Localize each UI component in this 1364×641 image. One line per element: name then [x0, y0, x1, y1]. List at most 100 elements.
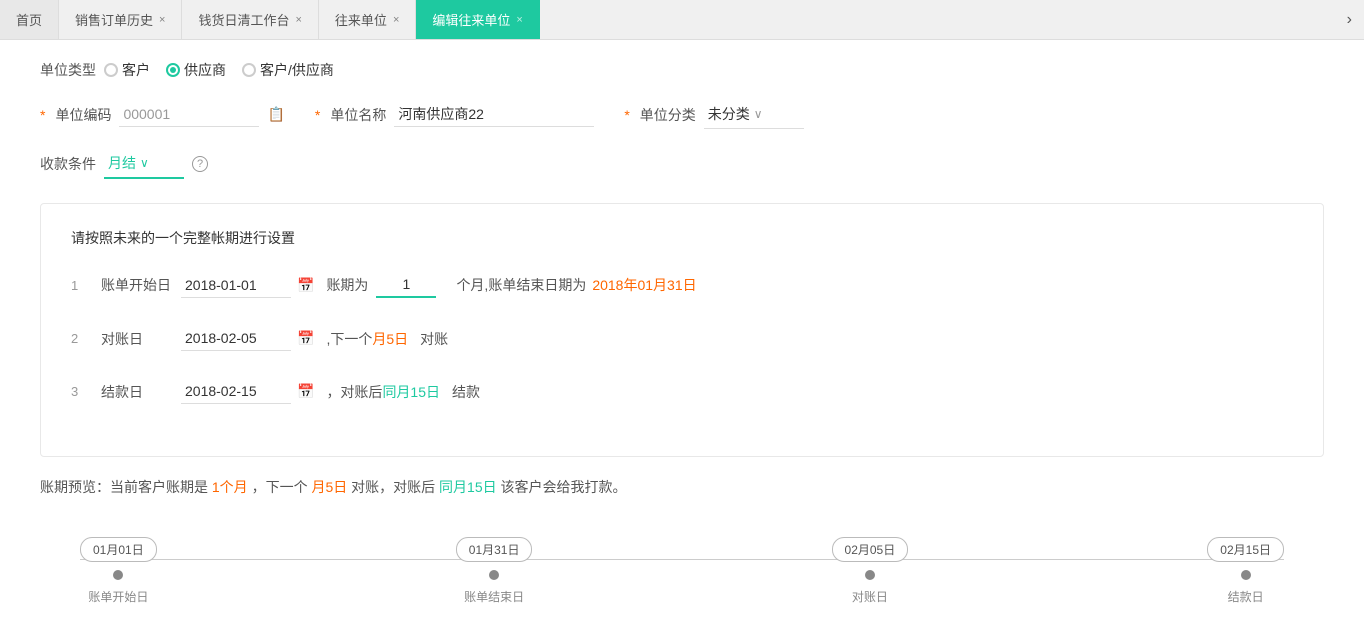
timeline-point-3: 02月15日 结款日	[1207, 537, 1284, 605]
unit-category-select[interactable]: 未分类 ∨	[704, 100, 804, 129]
settings-box: 请按照未来的一个完整帐期进行设置 1 账单开始日 📅 账期为 个月,账单结束日期…	[40, 203, 1324, 457]
radio-customer[interactable]: 客户	[104, 60, 150, 80]
unit-code-label: 单位编码	[55, 105, 111, 125]
payment-label: 收款条件	[40, 154, 96, 174]
timeline-point-0: 01月01日 账单开始日	[80, 537, 157, 605]
radio-customer-label: 客户	[122, 60, 150, 80]
payment-value: 月结	[108, 153, 136, 173]
date-row-1: 1 账单开始日 📅 账期为 个月,账单结束日期为 2018年01月31日	[71, 272, 1293, 298]
tab-home[interactable]: 首页	[0, 0, 59, 39]
payment-desc-prefix: ，对账后	[326, 382, 382, 402]
start-date-calendar-icon[interactable]: 📅	[297, 277, 314, 294]
row-number-1: 1	[71, 278, 101, 293]
unit-code-input[interactable]	[119, 102, 259, 127]
unit-type-row: 单位类型 客户 供应商 客户/供应商	[40, 60, 1324, 80]
tab-sales-history-label: 销售订单历史	[75, 10, 153, 29]
payment-desc-suffix: 结款	[452, 382, 480, 402]
unit-name-input[interactable]	[394, 102, 594, 127]
period-input[interactable]	[376, 272, 436, 298]
timeline-date-2: 02月05日	[832, 537, 909, 562]
timeline-dot-3	[1241, 570, 1251, 580]
timeline-points: 01月01日 账单开始日 01月31日 账单结束日 02月05日 对账日 02月…	[80, 537, 1284, 605]
timeline-dot-0	[113, 570, 123, 580]
timeline-dot-2	[865, 570, 875, 580]
timeline-container: 01月01日 账单开始日 01月31日 账单结束日 02月05日 对账日 02月…	[40, 537, 1324, 605]
timeline-date-3: 02月15日	[1207, 537, 1284, 562]
tab-edit-partner-label: 编辑往来单位	[432, 10, 510, 29]
tab-cash-work-close[interactable]: ×	[295, 14, 301, 26]
payment-row: 收款条件 月结 ∨ ?	[40, 149, 1324, 179]
tab-partner-units-label: 往来单位	[335, 10, 387, 29]
preview-part2: 月5日	[311, 479, 347, 495]
unit-code-field: * 单位编码 📋	[40, 102, 285, 127]
timeline-label-0: 账单开始日	[88, 588, 148, 605]
tab-partner-units[interactable]: 往来单位 ×	[319, 0, 416, 39]
payment-chevron: ∨	[140, 156, 149, 170]
tab-edit-partner-close[interactable]: ×	[516, 14, 522, 26]
row-number-3: 3	[71, 384, 101, 399]
timeline-label-3: 结款日	[1228, 588, 1264, 605]
timeline-date-0: 01月01日	[80, 537, 157, 562]
unit-code-copy-icon[interactable]: 📋	[267, 106, 284, 123]
unit-category-value: 未分类	[708, 104, 750, 124]
unit-name-star: *	[315, 107, 320, 123]
timeline-date-1: 01月31日	[456, 537, 533, 562]
tab-edit-partner[interactable]: 编辑往来单位 ×	[416, 0, 539, 39]
radio-supplier[interactable]: 供应商	[166, 60, 226, 80]
reconcile-desc-highlight: 月5日	[372, 329, 408, 349]
timeline-label-2: 对账日	[852, 588, 888, 605]
unit-category-chevron: ∨	[754, 107, 763, 121]
unit-info-row: * 单位编码 📋 * 单位名称 * 单位分类 未分类 ∨	[40, 100, 1324, 129]
radio-supplier-circle	[166, 63, 180, 77]
tab-home-label: 首页	[16, 10, 42, 29]
help-icon[interactable]: ?	[192, 156, 208, 172]
radio-supplier-label: 供应商	[184, 60, 226, 80]
timeline-point-2: 02月05日 对账日	[832, 537, 909, 605]
main-content: 单位类型 客户 供应商 客户/供应商 * 单位编码	[0, 40, 1364, 641]
start-date-input[interactable]	[181, 273, 291, 298]
unit-category-star: *	[624, 107, 629, 123]
unit-code-star: *	[40, 107, 45, 123]
unit-type-label: 单位类型	[40, 60, 96, 80]
preview-prefix: 账期预览：当前客户账期是	[40, 479, 208, 495]
timeline-label-1: 账单结束日	[464, 588, 524, 605]
unit-name-label: 单位名称	[330, 105, 386, 125]
reconcile-desc-suffix: 对账	[420, 329, 448, 349]
radio-both-circle	[242, 63, 256, 77]
payment-select[interactable]: 月结 ∨	[104, 149, 184, 179]
tab-bar: 首页 销售订单历史 × 钱货日清工作台 × 往来单位 × 编辑往来单位 × ›	[0, 0, 1364, 40]
row-number-2: 2	[71, 331, 101, 346]
reconcile-desc-prefix: ,下一个	[326, 329, 372, 349]
tab-more-button[interactable]: ›	[1335, 0, 1364, 39]
timeline-point-1: 01月31日 账单结束日	[456, 537, 533, 605]
preview-part1: 1个月	[212, 479, 248, 495]
payment-desc-highlight: 同月15日	[382, 382, 440, 402]
unit-category-label: 单位分类	[640, 105, 696, 125]
timeline-section: 01月01日 账单开始日 01月31日 账单结束日 02月05日 对账日 02月…	[40, 521, 1324, 621]
tab-cash-work[interactable]: 钱货日清工作台 ×	[182, 0, 318, 39]
radio-customer-circle	[104, 63, 118, 77]
preview-text: 账期预览：当前客户账期是 1个月 ，下一个 月5日 对账，对账后 同月15日 该…	[40, 477, 1324, 497]
date-row-2: 2 对账日 📅 ,下一个 月5日 对账	[71, 326, 1293, 351]
timeline-dot-1	[489, 570, 499, 580]
row-label-3: 结款日	[101, 382, 181, 402]
unit-type-field: 单位类型 客户 供应商 客户/供应商	[40, 60, 334, 80]
radio-group: 客户 供应商 客户/供应商	[104, 60, 334, 80]
date-row-3: 3 结款日 📅 ，对账后 同月15日 结款	[71, 379, 1293, 404]
tab-cash-work-label: 钱货日清工作台	[198, 10, 289, 29]
payment-date-calendar-icon[interactable]: 📅	[297, 383, 314, 400]
preview-sep1: ，下一个	[252, 479, 308, 495]
row-label-2: 对账日	[101, 329, 181, 349]
reconcile-date-calendar-icon[interactable]: 📅	[297, 330, 314, 347]
reconcile-date-input[interactable]	[181, 326, 291, 351]
tab-partner-units-close[interactable]: ×	[393, 14, 399, 26]
period-unit: 个月,账单结束日期为	[456, 275, 586, 295]
radio-both[interactable]: 客户/供应商	[242, 60, 334, 80]
tab-sales-history-close[interactable]: ×	[159, 14, 165, 26]
preview-suffix: 该客户会给我打款。	[501, 479, 627, 495]
period-label: 账期为	[326, 275, 368, 295]
settings-title: 请按照未来的一个完整帐期进行设置	[71, 228, 1293, 248]
unit-name-field: * 单位名称	[315, 102, 594, 127]
tab-sales-history[interactable]: 销售订单历史 ×	[59, 0, 182, 39]
payment-date-input[interactable]	[181, 379, 291, 404]
